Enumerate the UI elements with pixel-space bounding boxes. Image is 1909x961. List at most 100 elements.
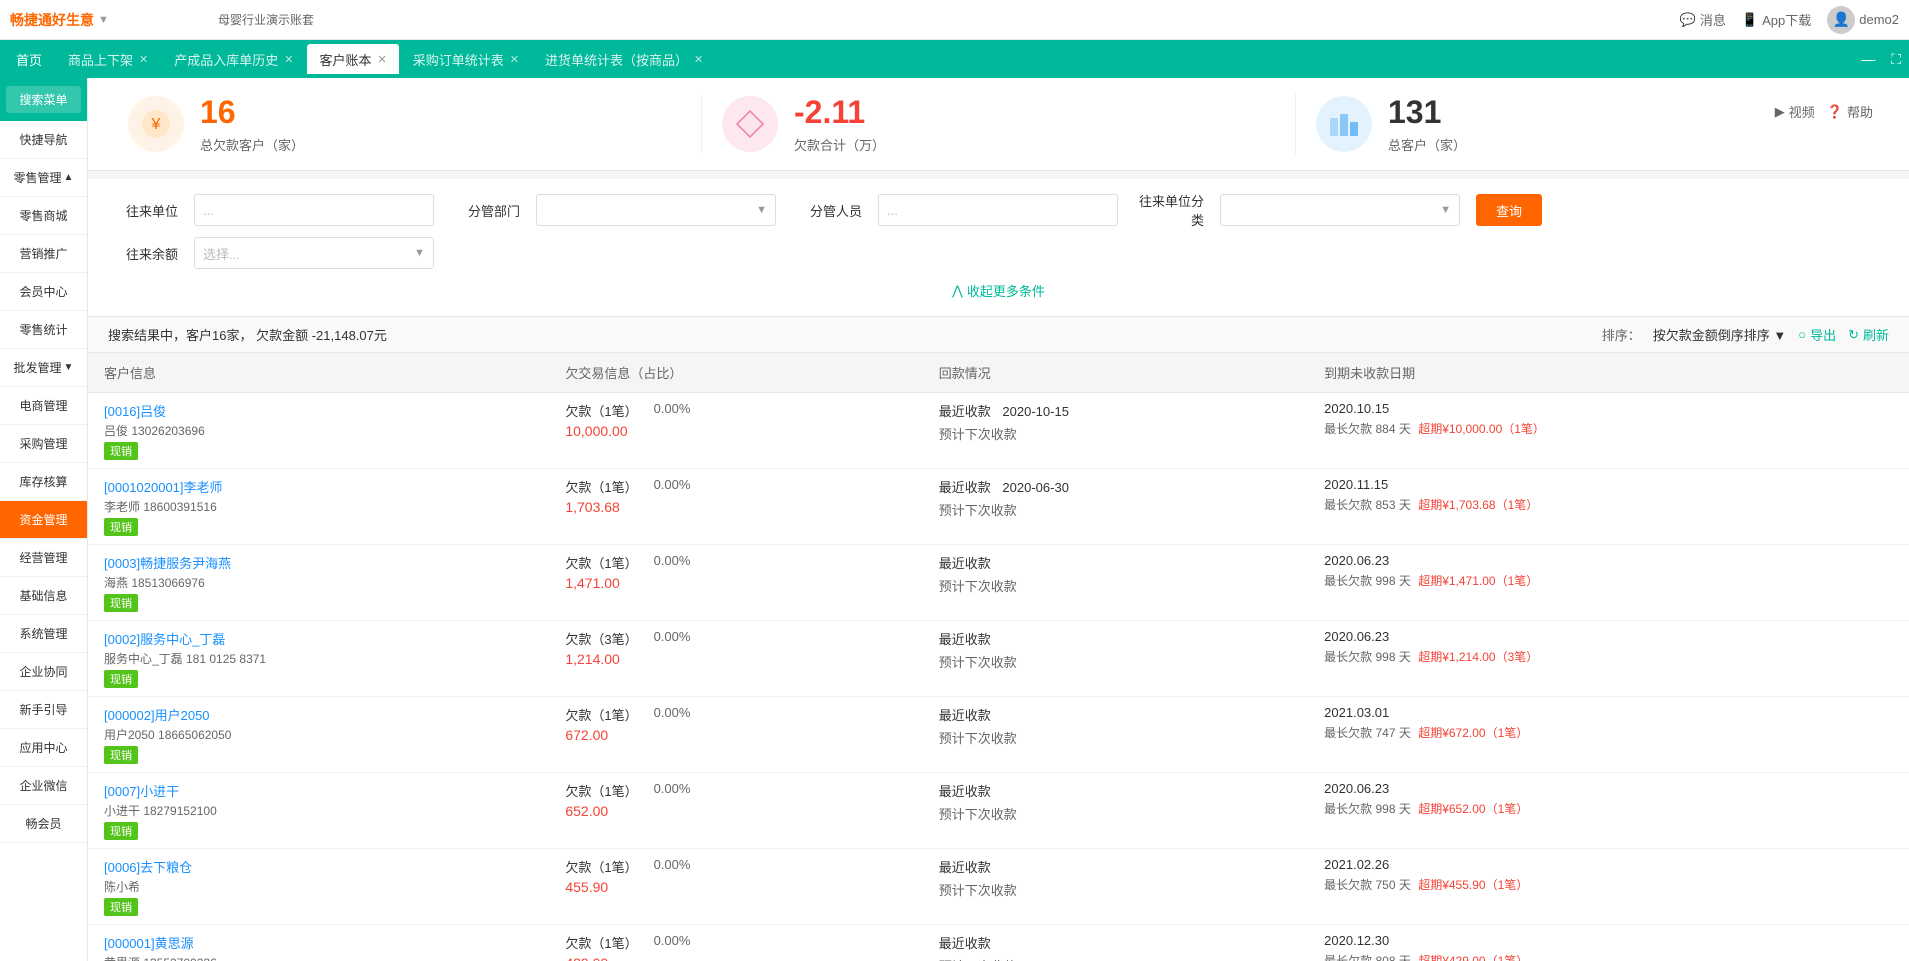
debt-info-cell: 欠款（1笔） 1,703.68 0.00%: [549, 469, 922, 545]
table-row: [0003]畅捷服务尹海燕 海燕 18513066976 现销 欠款（1笔） 1…: [88, 545, 1909, 621]
export-icon: ○: [1798, 327, 1806, 342]
tab-customer-account[interactable]: 客户账本 ✕: [307, 44, 398, 74]
debt-details: 欠款（1笔） 455.90: [565, 857, 637, 895]
tab-products[interactable]: 商品上下架 ✕: [56, 44, 160, 74]
overdue-text[interactable]: 超期¥429.00（1笔）: [1418, 954, 1528, 961]
sidebar-item-enterprise[interactable]: 企业协同: [0, 653, 87, 691]
overdue-text[interactable]: 超期¥672.00（1笔）: [1418, 726, 1528, 740]
overdue-text[interactable]: 超期¥652.00（1笔）: [1418, 802, 1528, 816]
debt-amount[interactable]: 10,000.00: [565, 423, 627, 439]
filter-unit-input[interactable]: ...: [194, 194, 434, 226]
filter-unit-label: 往来单位: [108, 201, 178, 220]
overdue-text[interactable]: 超期¥1,214.00（3笔）: [1418, 650, 1538, 664]
debt-count: 欠款（1笔）: [565, 553, 637, 572]
debt-info-inner: 欠款（3笔） 1,214.00 0.00%: [565, 629, 906, 667]
debt-amount[interactable]: 1,703.68: [565, 499, 620, 515]
sidebar-search-btn[interactable]: 搜索菜单: [6, 86, 81, 113]
sidebar-item-newbie[interactable]: 新手引导: [0, 691, 87, 729]
debt-amount[interactable]: 429.00: [565, 955, 608, 961]
tab-products-close[interactable]: ✕: [139, 53, 148, 66]
tab-purchase-order-close[interactable]: ✕: [510, 53, 519, 66]
user-avatar-btn[interactable]: 👤 demo2: [1827, 6, 1899, 34]
sidebar-item-vip-label: 畅会员: [25, 817, 61, 831]
tab-customer-close[interactable]: ✕: [378, 53, 387, 66]
maximize-btn[interactable]: ⛶: [1887, 49, 1905, 70]
sidebar-item-marketing[interactable]: 营销推广: [0, 235, 87, 273]
content-area: ¥ 16 总欠款客户（家） -2.11: [88, 78, 1909, 961]
sort-value[interactable]: 按欠款金额倒序排序 ▼: [1653, 325, 1786, 344]
tab-home[interactable]: 首页: [4, 44, 54, 74]
minimize-btn[interactable]: —: [1857, 49, 1879, 69]
due-date: 2021.03.01: [1324, 705, 1893, 720]
debt-details: 欠款（1笔） 10,000.00: [565, 401, 637, 439]
sidebar-item-finance[interactable]: 资金管理: [0, 501, 87, 539]
export-btn[interactable]: ○ 导出: [1798, 325, 1836, 344]
tab-purchase-stat[interactable]: 进货单统计表（按商品） ✕: [533, 44, 715, 74]
debt-amount[interactable]: 1,471.00: [565, 575, 620, 591]
filter-unit-type-select[interactable]: ▼: [1220, 194, 1460, 226]
sidebar-item-retail-mgmt[interactable]: 零售管理 ▲: [0, 159, 87, 197]
overdue-text[interactable]: 超期¥1,471.00（1笔）: [1418, 574, 1538, 588]
sidebar-item-basic-info-label: 基础信息: [19, 589, 67, 603]
debt-details: 欠款（1笔） 1,703.68: [565, 477, 637, 515]
filter-dept-select[interactable]: ▼: [536, 194, 776, 226]
sidebar-item-basic-info[interactable]: 基础信息: [0, 577, 87, 615]
customer-name[interactable]: [0016]吕俊: [104, 401, 533, 420]
refresh-btn[interactable]: ↻ 刷新: [1848, 325, 1889, 344]
stat-card-1: ¥ 16 总欠款客户（家）: [108, 94, 702, 154]
customer-name[interactable]: [0007]小进干: [104, 781, 533, 800]
app-download-btn[interactable]: 📱 App下载: [1742, 10, 1811, 29]
main-layout: 搜索菜单 快捷导航 零售管理 ▲ 零售商城 营销推广 会员中心: [0, 78, 1909, 961]
sidebar-item-system[interactable]: 系统管理: [0, 615, 87, 653]
customer-name[interactable]: [000002]用户2050: [104, 705, 533, 724]
due-date-cell: 2021.03.01 最长欠款 747 天 超期¥672.00（1笔）: [1308, 697, 1909, 773]
sidebar-item-batch-mgmt[interactable]: 批发管理 ▼: [0, 349, 87, 387]
customer-name[interactable]: [0001020001]李老师: [104, 477, 533, 496]
customer-name[interactable]: [0003]畅捷服务尹海燕: [104, 553, 533, 572]
filter-unit-placeholder: ...: [203, 203, 214, 218]
tab-purchase-stat-close[interactable]: ✕: [694, 53, 703, 66]
stat-card-2: -2.11 欠款合计（万）: [702, 94, 1296, 154]
sidebar-item-wechat[interactable]: 企业微信: [0, 767, 87, 805]
message-btn[interactable]: 💬 消息: [1680, 10, 1726, 29]
customer-name[interactable]: [0002]服务中心_丁磊: [104, 629, 533, 648]
tab-production[interactable]: 产成品入库单历史 ✕: [162, 44, 305, 74]
customer-name[interactable]: [0006]去下粮仓: [104, 857, 533, 876]
help-link[interactable]: ❓ 帮助: [1827, 102, 1873, 121]
debt-amount[interactable]: 672.00: [565, 727, 608, 743]
sidebar-item-retail-mall[interactable]: 零售商城: [0, 197, 87, 235]
overdue-text[interactable]: 超期¥1,703.68（1笔）: [1418, 498, 1538, 512]
debt-amount[interactable]: 455.90: [565, 879, 608, 895]
tab-production-close[interactable]: ✕: [284, 53, 293, 66]
overdue-text[interactable]: 超期¥455.90（1笔）: [1418, 878, 1528, 892]
max-days: 最长欠款 884 天 超期¥10,000.00（1笔）: [1324, 420, 1893, 437]
next-collection: 预计下次收款: [939, 804, 1292, 823]
debt-info-cell: 欠款（1笔） 672.00 0.00%: [549, 697, 922, 773]
stat-num-3: 131: [1388, 94, 1466, 131]
sidebar-item-ecommerce[interactable]: 电商管理: [0, 387, 87, 425]
filter-person-input[interactable]: ...: [878, 194, 1118, 226]
video-link[interactable]: ▶ 视频: [1775, 102, 1815, 121]
sidebar-item-quick-nav[interactable]: 快捷导航: [0, 121, 87, 159]
search-btn[interactable]: 查询: [1476, 194, 1542, 226]
sidebar-item-app-center[interactable]: 应用中心: [0, 729, 87, 767]
sidebar-item-purchase[interactable]: 采购管理: [0, 425, 87, 463]
sidebar-item-operations[interactable]: 经营管理: [0, 539, 87, 577]
customer-name[interactable]: [000001]黄思源: [104, 933, 533, 952]
collapse-btn[interactable]: ⋀ 收起更多条件: [108, 277, 1889, 304]
table-header-row: 客户信息 欠交易信息（占比） 回款情况 到期未收款日期: [88, 353, 1909, 393]
sidebar-item-member[interactable]: 会员中心: [0, 273, 87, 311]
debt-amount[interactable]: 1,214.00: [565, 651, 620, 667]
debt-percent: 0.00%: [654, 933, 691, 948]
filter-balance-select[interactable]: 选择... ▼: [194, 237, 434, 269]
sidebar-item-inventory[interactable]: 库存核算: [0, 463, 87, 501]
tab-purchase-order[interactable]: 采购订单统计表 ✕: [401, 44, 531, 74]
debt-amount[interactable]: 652.00: [565, 803, 608, 819]
debt-details: 欠款（1笔） 1,471.00: [565, 553, 637, 591]
overdue-text[interactable]: 超期¥10,000.00（1笔）: [1418, 422, 1545, 436]
sidebar-item-system-label: 系统管理: [19, 627, 67, 641]
sidebar-item-vip[interactable]: 畅会员: [0, 805, 87, 843]
sidebar-item-retail-stat[interactable]: 零售统计: [0, 311, 87, 349]
due-date: 2021.02.26: [1324, 857, 1893, 872]
sidebar-item-inventory-label: 库存核算: [19, 475, 67, 489]
